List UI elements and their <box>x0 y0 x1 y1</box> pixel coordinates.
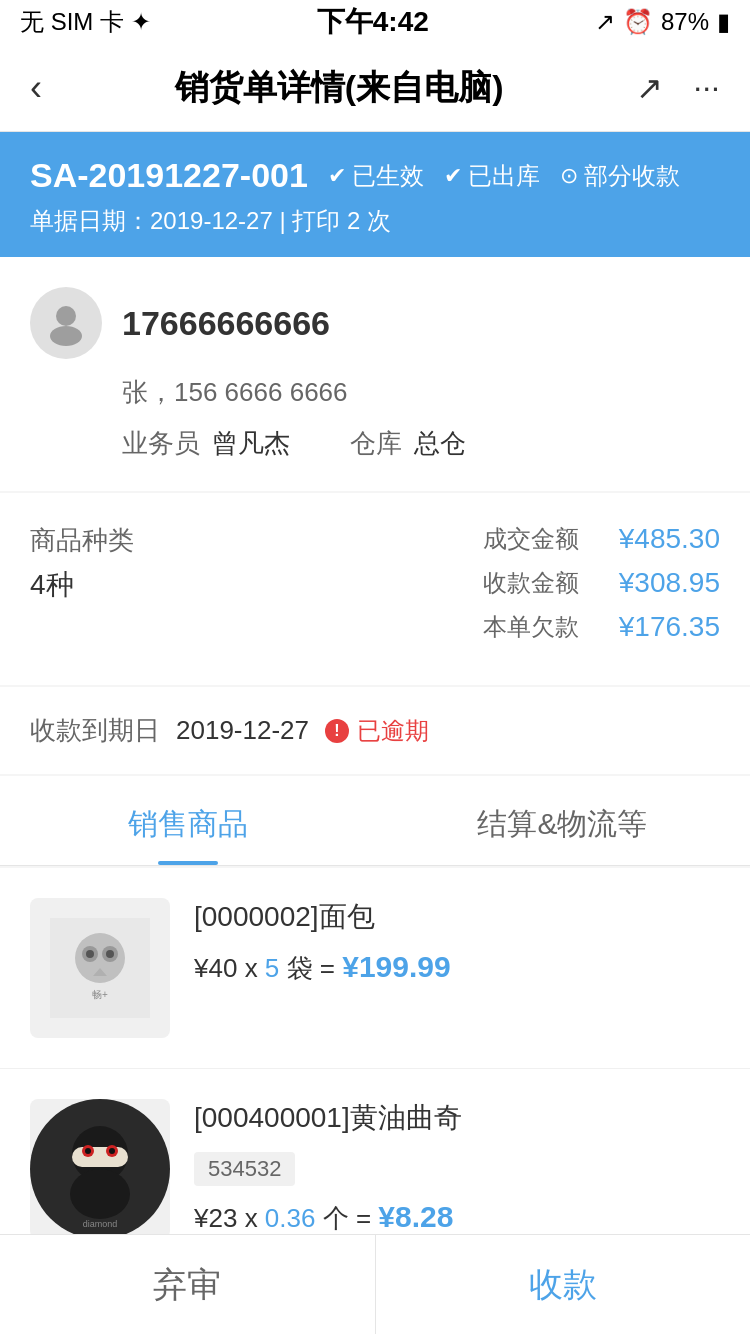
svg-text:畅+: 畅+ <box>92 989 108 1000</box>
product-badge-2: 534532 <box>194 1152 295 1186</box>
exclamation-icon: ! <box>325 719 349 743</box>
warehouse-label: 仓库 <box>350 426 402 461</box>
product-thumb-1: 畅+ <box>30 898 170 1038</box>
status-time: 下午4:42 <box>317 3 429 41</box>
list-item: 畅+ [0000002]面包 ¥40 x 5 袋 = ¥199.99 <box>0 868 750 1069</box>
due-date-value: 2019-12-27 <box>176 715 309 746</box>
svg-point-16 <box>109 1148 115 1154</box>
received-label: 收款金额 <box>483 567 579 599</box>
avatar-icon <box>41 298 91 348</box>
status-partial: ⊙ 部分收款 <box>560 160 680 192</box>
product-name-2: [000400001]黄油曲奇 <box>194 1099 720 1137</box>
status-left: 无 SIM 卡 ✦ <box>20 6 151 38</box>
product-image-2: diamond <box>30 1099 170 1239</box>
category-value: 4种 <box>30 566 134 604</box>
overdue-label: 已逾期 <box>357 715 429 747</box>
confirm-button[interactable]: 收款 <box>376 1235 751 1334</box>
tab-sales-label: 销售商品 <box>128 807 248 840</box>
summary-section: 商品种类 4种 成交金额 ¥485.30 收款金额 ¥308.95 本单欠款 ¥… <box>0 493 750 685</box>
share-icon[interactable]: ↗ <box>636 69 663 107</box>
order-date: 单据日期：2019-12-27 | 打印 2 次 <box>30 205 720 237</box>
total-2: ¥8.28 <box>378 1200 453 1233</box>
received-value: ¥308.95 <box>619 567 720 599</box>
transaction-value: ¥485.30 <box>619 523 720 555</box>
nav-bar: ‹ 销货单详情(来自电脑) ↗ ··· <box>0 44 750 132</box>
avatar <box>30 287 102 359</box>
battery-level: 87% <box>661 8 709 36</box>
category-label: 商品种类 <box>30 523 134 558</box>
back-button[interactable]: ‹ <box>30 67 42 109</box>
svg-point-15 <box>85 1148 91 1154</box>
customer-phone: 17666666666 <box>122 304 330 343</box>
product-image-placeholder-1: 畅+ <box>50 918 150 1018</box>
sales-info: 业务员 曾凡杰 <box>122 426 290 461</box>
equals-1: = <box>320 953 342 983</box>
overdue-badge: ! 已逾期 <box>325 715 429 747</box>
due-date-section: 收款到期日 2019-12-27 ! 已逾期 <box>0 687 750 774</box>
bottom-bar: 弃审 收款 <box>0 1234 750 1334</box>
status-right: ↗ ⏰ 87% ▮ <box>595 8 730 36</box>
clock-icon: ⊙ <box>560 163 578 189</box>
product-info-1: [0000002]面包 ¥40 x 5 袋 = ¥199.99 <box>194 898 720 986</box>
tab-active-underline <box>158 861 218 865</box>
product-price-2: ¥23 x 0.36 个 = ¥8.28 <box>194 1200 720 1236</box>
svg-point-0 <box>56 306 76 326</box>
alarm-icon: ⏰ <box>623 8 653 36</box>
status-effective-label: 已生效 <box>352 160 424 192</box>
sales-label: 业务员 <box>122 426 200 461</box>
location-icon: ↗ <box>595 8 615 36</box>
status-bar: 无 SIM 卡 ✦ 下午4:42 ↗ ⏰ 87% ▮ <box>0 0 750 44</box>
battery-icon: ▮ <box>717 8 730 36</box>
more-icon[interactable]: ··· <box>693 69 720 106</box>
tabs-section: 销售商品 结算&物流等 <box>0 776 750 866</box>
sales-value: 曾凡杰 <box>212 426 290 461</box>
svg-point-6 <box>86 950 94 958</box>
multiply-1: x <box>245 953 265 983</box>
status-shipped: ✔ 已出库 <box>444 160 540 192</box>
status-partial-label: 部分收款 <box>584 160 680 192</box>
price-base-2: ¥23 <box>194 1203 237 1233</box>
transaction-label: 成交金额 <box>483 523 579 555</box>
svg-text:diamond: diamond <box>83 1219 118 1229</box>
check-icon-2: ✔ <box>444 163 462 189</box>
debt-value: ¥176.35 <box>619 611 720 643</box>
price-base-1: ¥40 <box>194 953 237 983</box>
cancel-button[interactable]: 弃审 <box>0 1235 376 1334</box>
debt-label: 本单欠款 <box>483 611 579 643</box>
qty-2: 0.36 <box>265 1203 316 1233</box>
warehouse-value: 总仓 <box>414 426 466 461</box>
sim-status: 无 SIM 卡 ✦ <box>20 6 151 38</box>
svg-point-1 <box>50 326 82 346</box>
customer-section: 17666666666 张，156 6666 6666 业务员 曾凡杰 仓库 总… <box>0 257 750 491</box>
check-icon-1: ✔ <box>328 163 346 189</box>
product-thumb-2: diamond <box>30 1099 170 1239</box>
tabs-row: 销售商品 结算&物流等 <box>0 776 750 866</box>
products-section: 畅+ [0000002]面包 ¥40 x 5 袋 = ¥199.99 <box>0 868 750 1270</box>
multiply-2: x <box>245 1203 265 1233</box>
nav-icons: ↗ ··· <box>636 69 720 107</box>
product-info-2: [000400001]黄油曲奇 534532 ¥23 x 0.36 个 = ¥8… <box>194 1099 720 1236</box>
equals-2: = <box>356 1203 378 1233</box>
total-1: ¥199.99 <box>342 950 450 983</box>
due-date-label: 收款到期日 <box>30 713 160 748</box>
svg-point-17 <box>70 1169 130 1219</box>
tab-settlement[interactable]: 结算&物流等 <box>375 776 750 865</box>
status-shipped-label: 已出库 <box>468 160 540 192</box>
amounts-block: 成交金额 ¥485.30 收款金额 ¥308.95 本单欠款 ¥176.35 <box>483 523 720 655</box>
product-price-1: ¥40 x 5 袋 = ¥199.99 <box>194 950 720 986</box>
warehouse-info: 仓库 总仓 <box>350 426 466 461</box>
customer-name: 张，156 6666 6666 <box>122 375 720 410</box>
order-id: SA-20191227-001 <box>30 156 308 195</box>
qty-1: 5 <box>265 953 279 983</box>
product-name-1: [0000002]面包 <box>194 898 720 936</box>
tab-sales-products[interactable]: 销售商品 <box>0 776 375 865</box>
page-title: 销货单详情(来自电脑) <box>175 65 504 111</box>
svg-rect-12 <box>72 1147 128 1167</box>
order-header: SA-20191227-001 ✔ 已生效 ✔ 已出库 ⊙ 部分收款 单据日期：… <box>0 132 750 257</box>
tab-settlement-label: 结算&物流等 <box>477 807 647 840</box>
status-effective: ✔ 已生效 <box>328 160 424 192</box>
unit-2: 个 <box>323 1203 349 1233</box>
unit-1: 袋 <box>287 953 313 983</box>
svg-point-7 <box>106 950 114 958</box>
